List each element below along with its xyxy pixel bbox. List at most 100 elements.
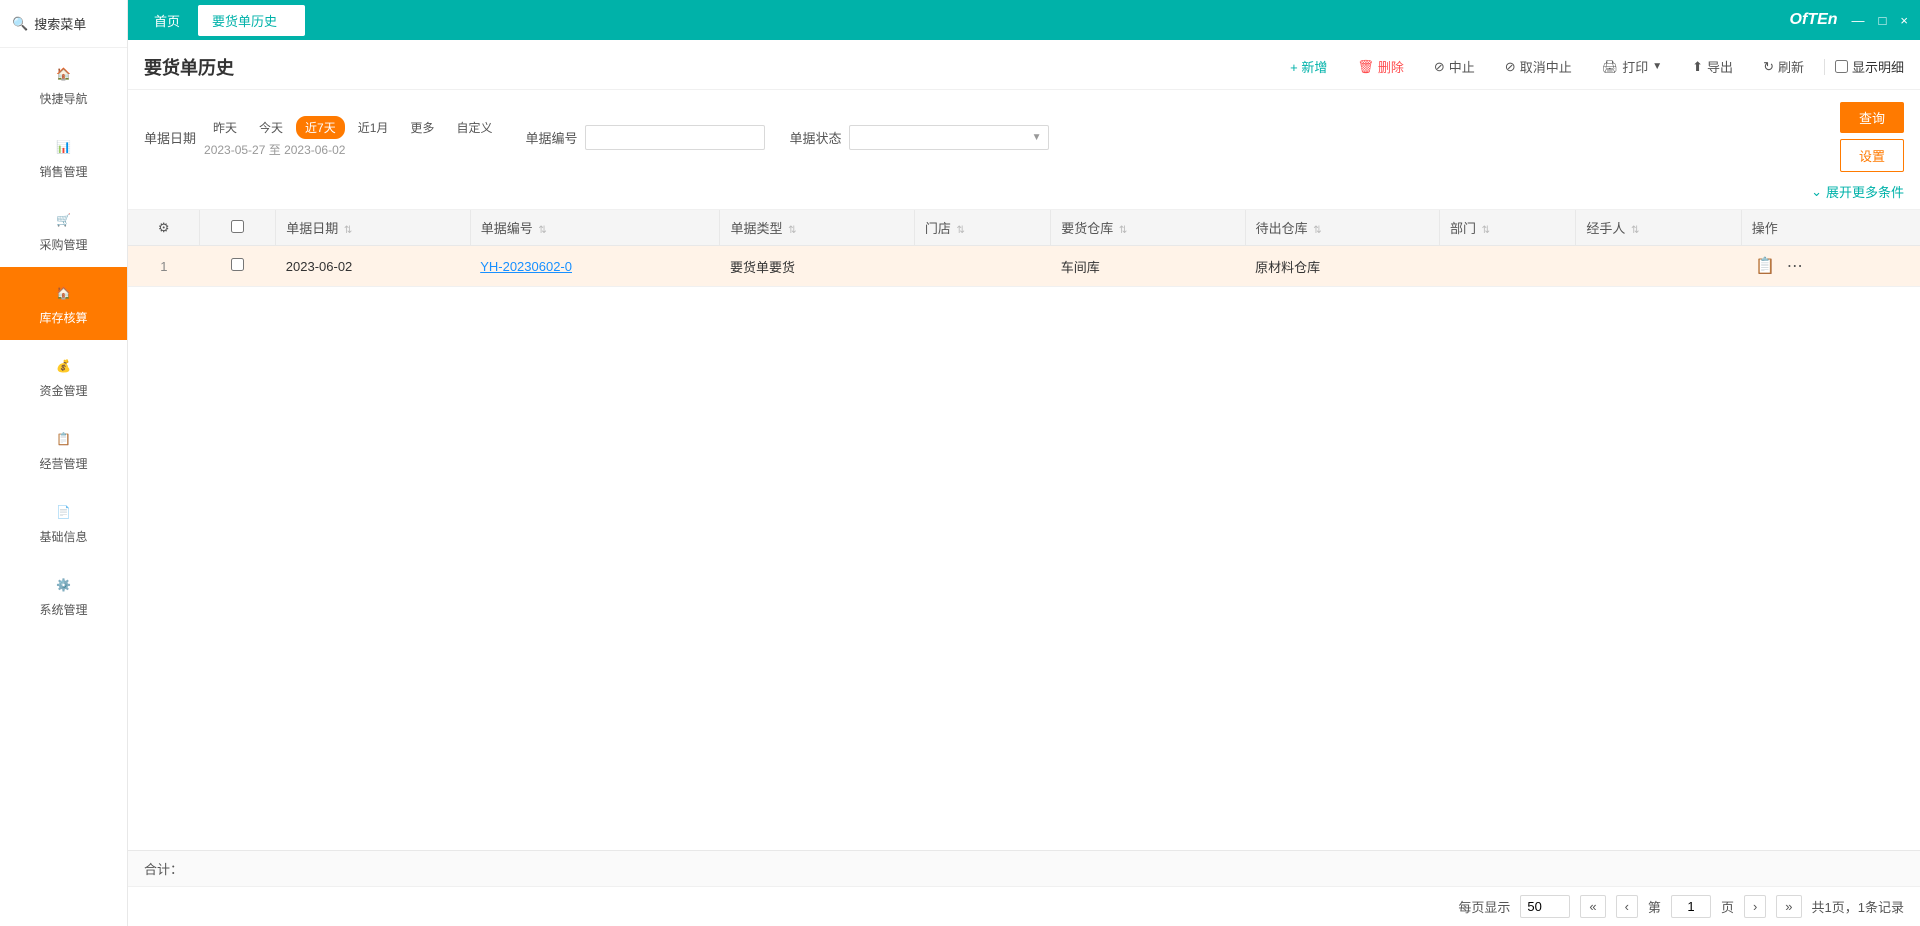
sidebar-item-label: 基础信息 bbox=[39, 528, 87, 545]
th-date[interactable]: 单据日期 ⇅ bbox=[276, 210, 470, 246]
doc-no-input[interactable] bbox=[585, 125, 765, 150]
filter-status: 单据状态 ▼ bbox=[789, 125, 1049, 150]
refresh-icon: ↻ bbox=[1763, 59, 1774, 75]
refresh-button[interactable]: ↻ 刷新 bbox=[1753, 52, 1814, 81]
row-store bbox=[914, 246, 1050, 287]
sidebar-item-quick-nav[interactable]: 🏠 快捷导航 bbox=[0, 48, 127, 121]
topbar: 首页 要货单历史 × OfTEn — □ × bbox=[128, 0, 1920, 40]
row-num: 1 bbox=[128, 246, 200, 287]
th-settings[interactable]: ⚙ bbox=[128, 210, 200, 246]
sort-store-icon: ⇅ bbox=[957, 225, 965, 236]
th-doc-type[interactable]: 单据类型 ⇅ bbox=[720, 210, 914, 246]
date-btn-1month[interactable]: 近1月 bbox=[349, 116, 398, 139]
cart-icon: 🛒 bbox=[52, 208, 76, 232]
sort-reqwarehouse-icon: ⇅ bbox=[1119, 225, 1127, 236]
date-btn-7days[interactable]: 近7天 bbox=[296, 116, 345, 139]
stop-button[interactable]: ⊘ 中止 bbox=[1424, 52, 1485, 81]
row-department bbox=[1440, 246, 1576, 287]
date-btn-custom[interactable]: 自定义 bbox=[447, 116, 501, 139]
table-row: 1 2023-06-02 YH-20230602-0 要货单要货 车间库 原材料… bbox=[128, 246, 1920, 287]
tab-active[interactable]: 要货单历史 × bbox=[198, 5, 305, 36]
th-operation: 操作 bbox=[1741, 210, 1920, 246]
sidebar: 🔍 搜索菜单 🏠 快捷导航 📊 销售管理 🛒 采购管理 🏠 库存核算 💰 资金管… bbox=[0, 0, 128, 926]
sidebar-item-label: 库存核算 bbox=[39, 309, 87, 326]
window-close-btn[interactable]: × bbox=[1900, 13, 1908, 28]
status-select[interactable] bbox=[849, 125, 1049, 150]
print-icon: 🖨 bbox=[1602, 59, 1619, 75]
filter-area: 单据日期 昨天 今天 近7天 近1月 更多 自定义 2023-05-27 至 2… bbox=[128, 90, 1920, 210]
topbar-right: OfTEn — □ × bbox=[1790, 11, 1908, 29]
sort-date-icon: ⇅ bbox=[344, 225, 352, 236]
warehouse-icon: 🏠 bbox=[52, 281, 76, 305]
sidebar-item-purchase[interactable]: 🛒 采购管理 bbox=[0, 194, 127, 267]
topbar-tabs: 首页 要货单历史 × bbox=[140, 5, 305, 36]
sidebar-search[interactable]: 🔍 搜索菜单 bbox=[0, 0, 127, 48]
money-icon: 💰 bbox=[52, 354, 76, 378]
row-more-btn[interactable]: ⋯ bbox=[1783, 254, 1807, 278]
th-checkbox bbox=[200, 210, 276, 246]
window-minimize-btn[interactable]: — bbox=[1852, 13, 1865, 28]
sidebar-item-operations[interactable]: 📋 经营管理 bbox=[0, 413, 127, 486]
print-button[interactable]: 🖨 打印 ▼ bbox=[1592, 52, 1672, 81]
filter-date: 单据日期 昨天 今天 近7天 近1月 更多 自定义 2023-05-27 至 2… bbox=[144, 116, 501, 158]
delete-button[interactable]: 🗑 删除 bbox=[1347, 52, 1414, 81]
sidebar-item-label: 销售管理 bbox=[39, 163, 87, 180]
th-handler[interactable]: 经手人 ⇅ bbox=[1576, 210, 1741, 246]
doc-no-label: 单据编号 bbox=[525, 128, 577, 147]
settings-button[interactable]: 设置 bbox=[1840, 139, 1904, 172]
date-range-btns: 昨天 今天 近7天 近1月 更多 自定义 bbox=[204, 116, 501, 139]
page-number-input[interactable] bbox=[1671, 895, 1711, 918]
page-title: 要货单历史 bbox=[144, 54, 234, 80]
page-label-prefix: 第 bbox=[1648, 897, 1661, 916]
page-prev-btn[interactable]: ‹ bbox=[1616, 895, 1638, 918]
action-buttons: 查询 设置 bbox=[1840, 102, 1904, 172]
th-req-warehouse[interactable]: 要货仓库 ⇅ bbox=[1051, 210, 1245, 246]
tab-close-icon[interactable]: × bbox=[283, 12, 291, 28]
select-all-checkbox[interactable] bbox=[231, 220, 244, 233]
sidebar-item-sales[interactable]: 📊 销售管理 bbox=[0, 121, 127, 194]
status-label: 单据状态 bbox=[789, 128, 841, 147]
operations-icon: 📋 bbox=[52, 427, 76, 451]
th-pending-warehouse[interactable]: 待出仓库 ⇅ bbox=[1245, 210, 1439, 246]
toolbar: + 新增 🗑 删除 ⊘ 中止 ⊘ 取消中止 🖨 打印 ▼ bbox=[1280, 52, 1904, 81]
sort-doctype-icon: ⇅ bbox=[788, 225, 796, 236]
window-maximize-btn[interactable]: □ bbox=[1879, 13, 1887, 28]
date-filter-label: 单据日期 bbox=[144, 128, 196, 147]
sidebar-item-inventory[interactable]: 🏠 库存核算 bbox=[0, 267, 127, 340]
date-btn-yesterday[interactable]: 昨天 bbox=[204, 116, 246, 139]
sidebar-item-label: 经营管理 bbox=[39, 455, 87, 472]
display-detail-toggle[interactable]: 显示明细 bbox=[1835, 57, 1904, 76]
sidebar-item-system[interactable]: ⚙️ 系统管理 bbox=[0, 559, 127, 632]
display-detail-checkbox[interactable] bbox=[1835, 60, 1848, 73]
th-department[interactable]: 部门 ⇅ bbox=[1440, 210, 1576, 246]
export-button[interactable]: ⬆ 导出 bbox=[1682, 52, 1743, 81]
page-size-label: 每页显示 bbox=[1458, 897, 1510, 916]
cancel-stop-button[interactable]: ⊘ 取消中止 bbox=[1495, 52, 1582, 81]
query-button[interactable]: 查询 bbox=[1840, 102, 1904, 133]
page-last-btn[interactable]: » bbox=[1776, 895, 1801, 918]
sidebar-item-label: 资金管理 bbox=[39, 382, 87, 399]
delete-icon: 🗑 bbox=[1357, 59, 1374, 75]
total-info: 共1页，1条记录 bbox=[1812, 897, 1904, 916]
th-doc-no[interactable]: 单据编号 ⇅ bbox=[470, 210, 720, 246]
sidebar-item-finance[interactable]: 💰 资金管理 bbox=[0, 340, 127, 413]
sidebar-item-basic[interactable]: 📄 基础信息 bbox=[0, 486, 127, 559]
expand-more-btn[interactable]: ⌄ 展开更多条件 bbox=[1811, 182, 1904, 201]
row-checkbox[interactable] bbox=[231, 258, 244, 271]
date-btn-more[interactable]: 更多 bbox=[401, 116, 443, 139]
status-select-wrap: ▼ bbox=[849, 125, 1049, 150]
expand-icon: ⌄ bbox=[1811, 184, 1822, 200]
page-size-select[interactable]: 50 100 bbox=[1520, 895, 1570, 918]
date-btn-today[interactable]: 今天 bbox=[250, 116, 292, 139]
sort-handler-icon: ⇅ bbox=[1631, 225, 1639, 236]
data-table: ⚙ 单据日期 ⇅ 单据编号 ⇅ 单据类型 bbox=[128, 210, 1920, 287]
th-store[interactable]: 门店 ⇅ bbox=[914, 210, 1050, 246]
tab-home[interactable]: 首页 bbox=[140, 5, 194, 36]
search-icon: 🔍 bbox=[12, 16, 28, 32]
new-button[interactable]: + 新增 bbox=[1280, 52, 1337, 81]
row-edit-btn[interactable]: 📋 bbox=[1751, 254, 1779, 278]
filter-doc-no: 单据编号 bbox=[525, 125, 765, 150]
page-first-btn[interactable]: « bbox=[1580, 895, 1605, 918]
page-next-btn[interactable]: › bbox=[1744, 895, 1766, 918]
doc-no-link[interactable]: YH-20230602-0 bbox=[480, 259, 572, 274]
